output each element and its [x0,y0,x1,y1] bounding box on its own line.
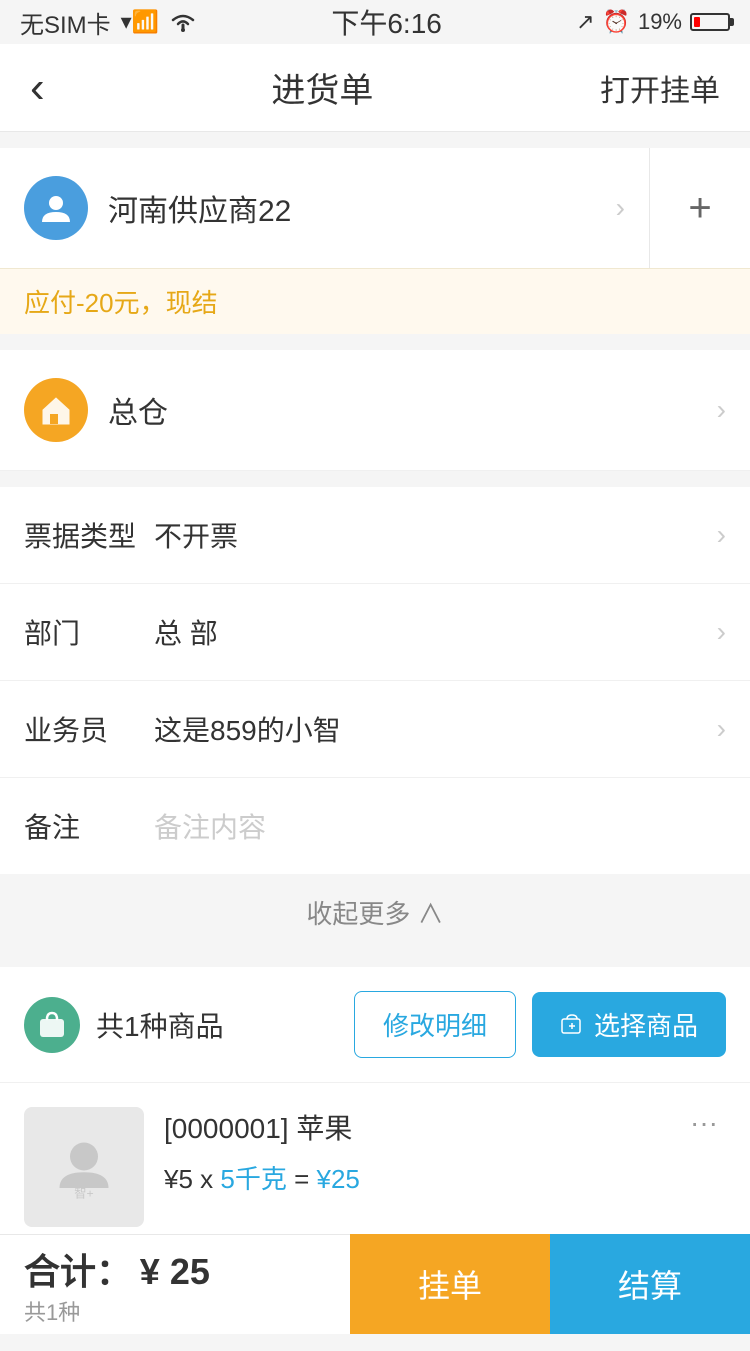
battery-percent: 19% [638,9,682,35]
ticket-chevron-icon: › [717,519,726,551]
product-placeholder-icon: 智+ [49,1132,119,1202]
warehouse-icon [24,378,88,442]
product-equals: = [294,1164,316,1194]
collapse-button[interactable]: 收起更多 ∧ [0,874,750,951]
add-supplier-button[interactable]: + [650,158,750,259]
department-label: 部门 [24,612,154,652]
ticket-type-value: 不开票 [154,515,707,555]
select-product-label: 选择商品 [594,1006,698,1043]
section-gap-3 [0,471,750,487]
person-icon [38,190,74,226]
plus-icon: + [688,186,711,231]
nav-bar: ‹ 进货单 打开挂单 [0,44,750,132]
payment-notice: 应付-20元，现结 [0,268,750,334]
product-header: 共1种商品 修改明细 选择商品 [0,967,750,1082]
product-quantity: 5千克 [220,1164,286,1194]
section-gap-2 [0,334,750,350]
product-icon [24,997,80,1053]
hang-button[interactable]: 挂单 [350,1234,550,1334]
status-left: 无SIM卡 ▾📶 [20,5,197,40]
salesperson-value: 这是859的小智 [154,709,707,749]
supplier-selector[interactable]: 河南供应商22 › [0,148,650,268]
footer-total-sub: 共1种 [24,1295,326,1327]
warehouse-section: 总仓 › [0,350,750,471]
back-button[interactable]: ‹ [30,63,45,113]
product-name: [0000001] 苹果 [164,1107,682,1147]
wifi-icon: ▾📶 [121,9,159,35]
battery-icon [690,13,730,31]
department-value: 总 部 [154,612,707,652]
select-product-button[interactable]: 选择商品 [532,992,726,1057]
salesperson-chevron-icon: › [717,713,726,745]
chevron-right-icon: › [616,192,625,224]
remark-placeholder: 备注内容 [154,806,726,846]
product-item: 智+ [0000001] 苹果 ¥5 x 5千克 = ¥25 ··· [0,1082,750,1251]
product-count-label: 共1种商品 [96,1005,338,1045]
salesperson-label: 业务员 [24,709,154,749]
product-more-button[interactable]: ··· [682,1107,726,1139]
product-unit-price: ¥5 x [164,1164,220,1194]
page-title: 进货单 [271,63,373,112]
product-price: ¥5 x 5千克 = ¥25 [164,1159,682,1196]
product-code: [0000001] [164,1113,296,1144]
product-total: ¥25 [317,1164,360,1194]
remark-row[interactable]: 备注 备注内容 [0,778,750,874]
section-gap-1 [0,132,750,148]
footer: 合计： ¥ 25 共1种 挂单 结算 [0,1234,750,1334]
remark-label: 备注 [24,806,154,846]
footer-total-section: 合计： ¥ 25 共1种 [0,1234,350,1334]
warehouse-selector[interactable]: 总仓 › [0,350,750,471]
cart-icon [560,1013,584,1037]
supplier-avatar [24,176,88,240]
edit-detail-button[interactable]: 修改明细 [354,991,516,1058]
product-thumbnail: 智+ [24,1107,144,1227]
status-time: 下午6:16 [331,2,442,42]
warehouse-name: 总仓 [108,388,707,432]
salesperson-row[interactable]: 业务员 这是859的小智 › [0,681,750,778]
status-right: ↗ ⏰ 19% [576,9,730,35]
ticket-type-label: 票据类型 [24,515,154,555]
ticket-type-row[interactable]: 票据类型 不开票 › [0,487,750,584]
open-hang-button[interactable]: 打开挂单 [600,66,720,110]
status-bar: 无SIM卡 ▾📶 下午6:16 ↗ ⏰ 19% [0,0,750,44]
department-chevron-icon: › [717,616,726,648]
checkout-button[interactable]: 结算 [550,1234,750,1334]
product-info: [0000001] 苹果 ¥5 x 5千克 = ¥25 [164,1107,682,1196]
supplier-section: 河南供应商22 › + [0,148,750,268]
collapse-label: 收起更多 ∧ [306,899,443,929]
location-icon: ↗ [576,9,594,35]
supplier-name: 河南供应商22 [108,186,606,230]
department-row[interactable]: 部门 总 部 › [0,584,750,681]
form-section: 票据类型 不开票 › 部门 总 部 › 业务员 这是859的小智 › 备注 备注… [0,487,750,874]
footer-total-main: 合计： ¥ 25 [24,1243,326,1295]
section-gap-4 [0,951,750,967]
wifi-signal-icon [169,11,197,33]
total-amount: ¥ 25 [140,1251,210,1292]
total-label: 合计： [24,1251,132,1292]
alarm-icon: ⏰ [603,9,630,35]
product-title: 苹果 [296,1113,352,1144]
carrier-label: 无SIM卡 [20,5,111,40]
shopping-bag-icon [36,1009,68,1041]
home-icon [38,392,74,428]
svg-text:智+: 智+ [74,1186,93,1201]
payment-notice-text: 应付-20元，现结 [24,288,218,318]
warehouse-chevron-icon: › [717,394,726,426]
